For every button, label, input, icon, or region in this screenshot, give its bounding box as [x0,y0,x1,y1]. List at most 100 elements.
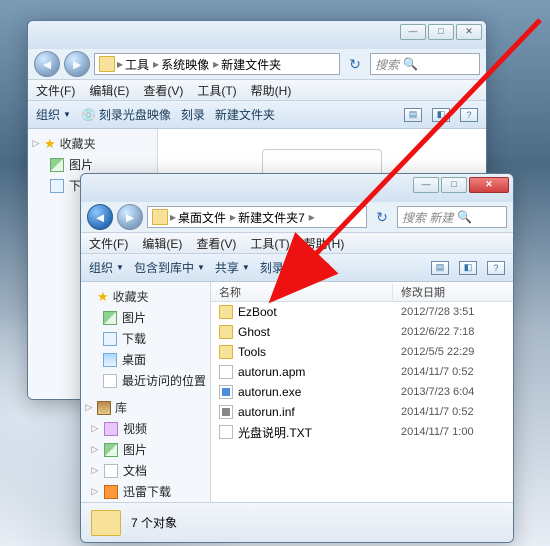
nav-back-button[interactable]: ◄ [34,51,60,77]
folder-icon [219,345,233,359]
titlebar[interactable]: — □ ✕ [81,174,513,202]
nav-item[interactable]: ▷文档 [81,460,210,481]
menu-edit[interactable]: 编辑(E) [89,82,129,99]
nav-item[interactable]: 最近访问的位置 [81,370,210,391]
folder-icon [99,56,115,72]
column-name[interactable]: 名称 [211,284,393,300]
folder-icon [152,209,168,225]
file-row[interactable]: autorun.exe2013/7/23 6:04 [211,382,513,402]
file-row[interactable]: Ghost2012/6/22 7:18 [211,322,513,342]
nav-item[interactable]: 下载 [81,328,210,349]
address-bar: ◄ ► ▸ 桌面文件▸ 新建文件夹7▸ ↻ 搜索 新建🔍 [81,202,513,232]
file-row[interactable]: 光盘说明.TXT2014/11/7 1:00 [211,422,513,442]
file-row[interactable]: EzBoot2012/7/28 3:51 [211,302,513,322]
txt-icon [219,425,233,439]
menu-tools[interactable]: 工具(T) [197,82,236,99]
breadcrumb-item[interactable]: 系统映像▸ [161,56,219,73]
nav-item[interactable]: ▷图片 [81,439,210,460]
minimize-button[interactable]: — [400,24,426,40]
folder-icon [91,510,121,536]
column-modified[interactable]: 修改日期 [393,284,513,300]
downloads-icon [50,179,64,193]
menu-help[interactable]: 帮助(H) [251,82,292,99]
menu-file[interactable]: 文件(F) [36,82,75,99]
maximize-button[interactable]: □ [441,177,467,193]
content-pane: 名称 修改日期 EzBoot2012/7/28 3:51Ghost2012/6/… [211,282,513,502]
menu-help[interactable]: 帮助(H) [304,235,345,252]
burn-button[interactable]: 刻录 [181,106,205,123]
file-row[interactable]: Tools2012/5/5 22:29 [211,342,513,362]
view-toggle-button[interactable]: ▤ [404,108,422,122]
recent-icon [103,374,117,388]
nav-item[interactable]: 图片 [81,307,210,328]
exe-icon [219,385,233,399]
address-bar: ◄ ► ▸ 工具▸ 系统映像▸ 新建文件夹 ↻ 搜索🔍 [28,49,486,79]
breadcrumb-item[interactable]: 新建文件夹 [221,56,281,73]
toolbar: 组织▼ 包含到库中▼ 共享▼ 刻录 文件夹 ▤ ◧ ? [81,254,513,282]
pic-icon [103,311,117,325]
breadcrumb-item[interactable]: 工具▸ [125,56,159,73]
menu-tools[interactable]: 工具(T) [250,235,289,252]
refresh-button[interactable]: ↻ [371,206,393,228]
menu-bar: 文件(F) 编辑(E) 查看(V) 工具(T) 帮助(H) [28,79,486,101]
new-folder-button[interactable]: 新建文件夹 [215,106,275,123]
folder-icon [219,305,233,319]
nav-favorites-header[interactable]: ★收藏夹 [81,286,210,307]
menu-view[interactable]: 查看(V) [143,82,183,99]
burn-button[interactable]: 刻录 [260,259,284,276]
doc-icon [104,464,118,478]
status-bar: 7 个对象 [81,502,513,542]
preview-pane-button[interactable]: ◧ [432,108,450,122]
column-headers[interactable]: 名称 修改日期 [211,282,513,302]
nav-forward-button[interactable]: ► [117,204,143,230]
close-button[interactable]: ✕ [456,24,482,40]
organize-button[interactable]: 组织▼ [89,259,124,276]
new-folder-button[interactable]: 文件夹 [294,259,330,276]
burn-image-button[interactable]: 💿 刻录光盘映像 [81,106,171,123]
view-toggle-button[interactable]: ▤ [431,261,449,275]
menu-file[interactable]: 文件(F) [89,235,128,252]
breadcrumb[interactable]: ▸ 工具▸ 系统映像▸ 新建文件夹 [94,53,340,75]
breadcrumb-item[interactable]: 新建文件夹7▸ [238,209,315,226]
preview-pane-button[interactable]: ◧ [459,261,477,275]
nav-item[interactable]: ▷视频 [81,418,210,439]
minimize-button[interactable]: — [413,177,439,193]
refresh-button[interactable]: ↻ [344,53,366,75]
search-input[interactable]: 搜索🔍 [370,53,480,75]
folder-icon [219,325,233,339]
nav-libraries-header[interactable]: ▷库 [81,397,210,418]
share-button[interactable]: 共享▼ [215,259,250,276]
file-row[interactable]: autorun.apm2014/11/7 0:52 [211,362,513,382]
vid-icon [104,422,118,436]
menu-view[interactable]: 查看(V) [196,235,236,252]
file-list[interactable]: EzBoot2012/7/28 3:51Ghost2012/6/22 7:18T… [211,302,513,502]
help-button[interactable]: ? [487,261,505,275]
inf-icon [219,405,233,419]
nav-back-button[interactable]: ◄ [87,204,113,230]
maximize-button[interactable]: □ [428,24,454,40]
help-button[interactable]: ? [460,108,478,122]
pic-icon [104,443,118,457]
thunder-icon [104,485,118,499]
nav-item[interactable]: 图片 [28,154,157,175]
down-icon [103,332,117,346]
nav-favorites-header[interactable]: ▷★收藏夹 [28,133,157,154]
nav-item[interactable]: ▷迅雷下载 [81,481,210,502]
organize-button[interactable]: 组织▼ [36,106,71,123]
pictures-icon [50,158,64,172]
menu-edit[interactable]: 编辑(E) [142,235,182,252]
search-input[interactable]: 搜索 新建🔍 [397,206,507,228]
toolbar: 组织▼ 💿 刻录光盘映像 刻录 新建文件夹 ▤ ◧ ? [28,101,486,129]
explorer-window-front: — □ ✕ ◄ ► ▸ 桌面文件▸ 新建文件夹7▸ ↻ 搜索 新建🔍 文件(F)… [80,173,514,543]
breadcrumb[interactable]: ▸ 桌面文件▸ 新建文件夹7▸ [147,206,367,228]
file-row[interactable]: autorun.inf2014/11/7 0:52 [211,402,513,422]
file-icon [219,365,233,379]
include-library-button[interactable]: 包含到库中▼ [134,259,205,276]
titlebar[interactable]: — □ ✕ [28,21,486,49]
nav-forward-button[interactable]: ► [64,51,90,77]
desk-icon [103,353,117,367]
nav-item[interactable]: 桌面 [81,349,210,370]
breadcrumb-item[interactable]: 桌面文件▸ [178,209,236,226]
status-text: 7 个对象 [131,514,177,531]
close-button[interactable]: ✕ [469,177,509,193]
